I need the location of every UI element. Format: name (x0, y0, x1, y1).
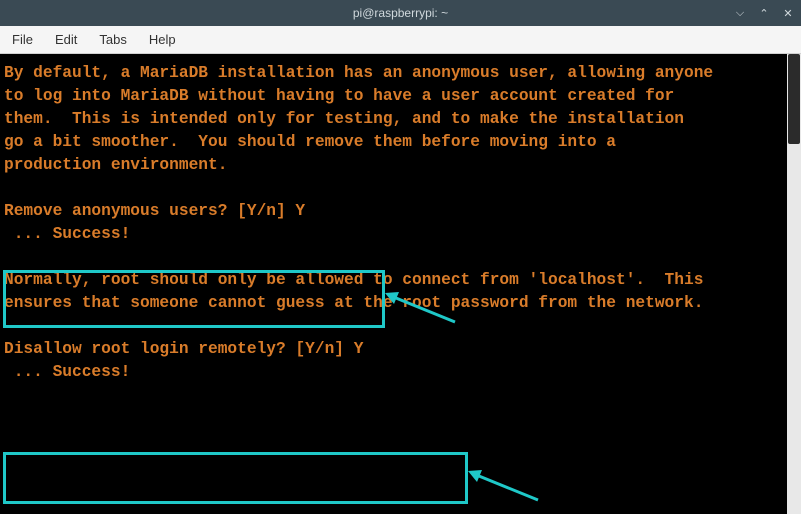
terminal-line: By default, a MariaDB installation has a… (4, 64, 713, 82)
menubar: File Edit Tabs Help (0, 26, 801, 54)
terminal-output: By default, a MariaDB installation has a… (0, 54, 787, 514)
titlebar: pi@raspberrypi: ~ ⌵ ⌃ ✕ (0, 0, 801, 26)
close-button[interactable]: ✕ (781, 6, 795, 20)
menu-edit[interactable]: Edit (51, 30, 81, 49)
scrollbar-track[interactable] (787, 54, 801, 514)
terminal-line: ensures that someone cannot guess at the… (4, 294, 703, 312)
terminal-line: to log into MariaDB without having to ha… (4, 87, 674, 105)
terminal-line: Disallow root login remotely? [Y/n] Y (4, 340, 363, 358)
window-title: pi@raspberrypi: ~ (353, 6, 448, 20)
terminal-area[interactable]: By default, a MariaDB installation has a… (0, 54, 801, 514)
terminal-line: ... Success! (4, 363, 130, 381)
menu-tabs[interactable]: Tabs (95, 30, 130, 49)
maximize-button[interactable]: ⌃ (757, 6, 771, 20)
minimize-button[interactable]: ⌵ (733, 6, 747, 20)
terminal-line: Normally, root should only be allowed to… (4, 271, 703, 289)
menu-help[interactable]: Help (145, 30, 180, 49)
terminal-line: go a bit smoother. You should remove the… (4, 133, 616, 151)
window-controls: ⌵ ⌃ ✕ (733, 6, 795, 20)
terminal-line: them. This is intended only for testing,… (4, 110, 684, 128)
terminal-line: ... Success! (4, 225, 130, 243)
terminal-line: Remove anonymous users? [Y/n] Y (4, 202, 305, 220)
menu-file[interactable]: File (8, 30, 37, 49)
scrollbar-thumb[interactable] (788, 54, 800, 144)
terminal-line: production environment. (4, 156, 227, 174)
